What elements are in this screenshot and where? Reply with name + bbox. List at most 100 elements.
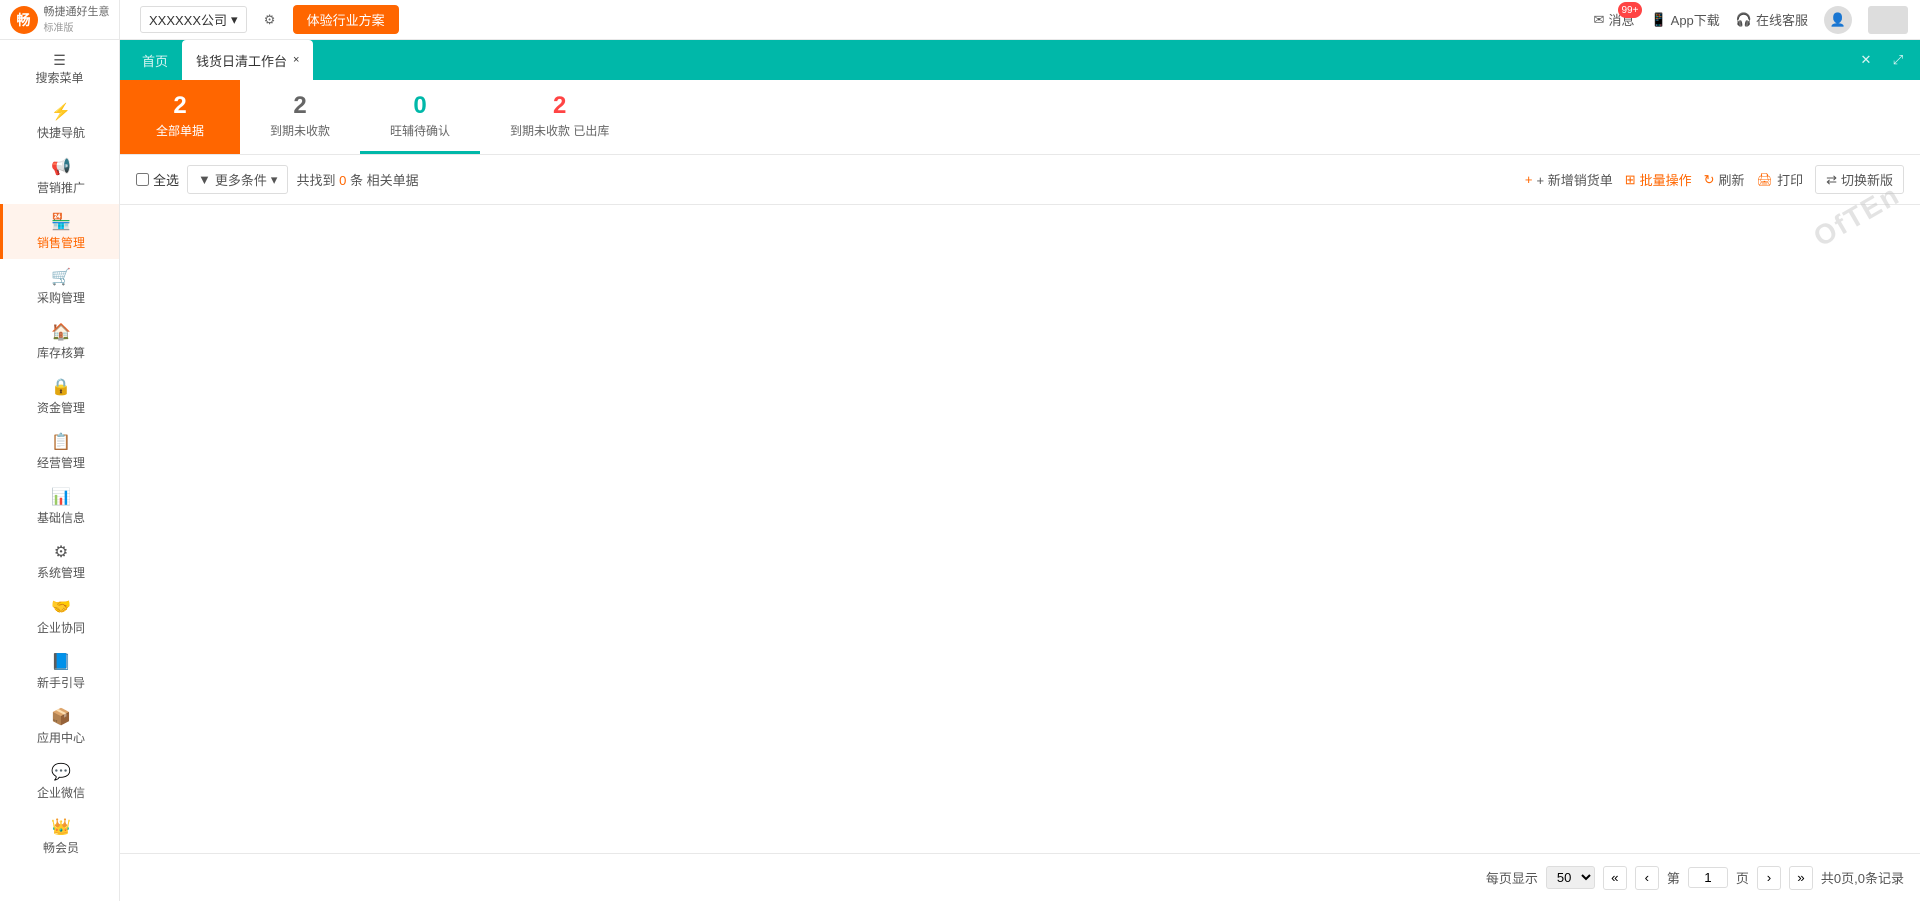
marketing-icon: 📢 bbox=[51, 157, 71, 177]
result-text: 共找到 0 条 相关单据 bbox=[296, 170, 418, 189]
expand-icon: ⤢ bbox=[1893, 52, 1903, 68]
wechat-icon: 💬 bbox=[51, 762, 71, 782]
batch-btn[interactable]: ⊞ 批量操作 bbox=[1625, 170, 1692, 189]
page-suffix: 页 bbox=[1736, 868, 1749, 887]
tab-work-label: 钱货日清工作台 bbox=[196, 51, 287, 70]
new-btn[interactable]: + + 新增销货单 bbox=[1525, 170, 1613, 189]
sidebar-item-business[interactable]: 📋 经营管理 bbox=[0, 424, 119, 479]
sidebar-item-sales[interactable]: 🏪 销售管理 bbox=[0, 204, 119, 259]
select-all-label: 全选 bbox=[153, 170, 179, 189]
filter-label: 更多条件 bbox=[215, 170, 267, 189]
select-all-checkbox[interactable]: 全选 bbox=[136, 170, 179, 189]
collapse-btn[interactable]: ✕ bbox=[1852, 46, 1880, 74]
trial-button[interactable]: 体验行业方案 bbox=[293, 5, 399, 34]
dropdown-icon: ▾ bbox=[231, 12, 238, 28]
message-badge: 99+ bbox=[1618, 2, 1643, 18]
next-page-btn[interactable]: › bbox=[1757, 866, 1781, 890]
stat-tab-pending[interactable]: 0 旺辅待确认 bbox=[360, 80, 480, 154]
first-page-btn[interactable]: « bbox=[1603, 866, 1627, 890]
sidebar-item-cooperation[interactable]: 🤝 企业协同 bbox=[0, 589, 119, 644]
filter-button[interactable]: ▼ 更多条件 ▾ bbox=[187, 165, 288, 194]
app-download-btn[interactable]: 📱 App下载 bbox=[1650, 10, 1719, 29]
page-input[interactable] bbox=[1688, 867, 1728, 888]
page-prefix: 第 bbox=[1667, 868, 1680, 887]
settings-icon: ⚙ bbox=[264, 12, 276, 28]
per-page-select[interactable]: 50 bbox=[1546, 866, 1595, 889]
result-suffix: 相关单据 bbox=[367, 173, 419, 188]
sidebar-item-inventory[interactable]: 🏠 库存核算 bbox=[0, 314, 119, 369]
last-page-btn[interactable]: » bbox=[1789, 866, 1813, 890]
filter-dropdown-icon: ▾ bbox=[271, 172, 278, 188]
sidebar-item-label: 系统管理 bbox=[37, 564, 85, 581]
logo-badge: 标准版 bbox=[44, 19, 110, 34]
tab-work-station[interactable]: 钱货日清工作台 × bbox=[182, 40, 313, 80]
sidebar-item-purchase[interactable]: 🛒 采购管理 bbox=[0, 259, 119, 314]
sidebar-item-wechat[interactable]: 💬 企业微信 bbox=[0, 754, 119, 809]
toolbar-right: + + 新增销货单 ⊞ 批量操作 ↻ 刷新 🖨 打印 ⇄ 切换新版 bbox=[1525, 165, 1904, 194]
expand-btn[interactable]: ⤢ bbox=[1884, 46, 1912, 74]
service-icon: 🎧 bbox=[1736, 12, 1752, 28]
sidebar-item-marketing[interactable]: 📢 营销推广 bbox=[0, 149, 119, 204]
company-name: XXXXXX公司 bbox=[149, 10, 227, 29]
stat-number-pending: 0 bbox=[413, 92, 426, 120]
cooperation-icon: 🤝 bbox=[51, 597, 71, 617]
all-checkbox-input[interactable] bbox=[136, 173, 149, 186]
result-unit: 条 bbox=[350, 173, 363, 188]
sidebar-item-label: 基础信息 bbox=[37, 509, 85, 526]
sidebar-item-guide[interactable]: 📘 新手引导 bbox=[0, 644, 119, 699]
sidebar-item-member[interactable]: 👑 畅会员 bbox=[0, 809, 119, 864]
sidebar-item-label: 企业微信 bbox=[37, 784, 85, 801]
refresh-icon: ↻ bbox=[1704, 172, 1715, 188]
stat-tab-overdue[interactable]: 2 到期未收款 bbox=[240, 80, 360, 154]
quick-nav-icon: ⚡ bbox=[51, 102, 71, 122]
stat-number-overdue-out: 2 bbox=[553, 92, 566, 120]
stat-label-overdue: 到期未收款 bbox=[270, 122, 330, 139]
content-area: 2 全部单据 2 到期未收款 0 旺辅待确认 2 到期未收款 已出库 全选 bbox=[120, 80, 1920, 901]
new-icon: + bbox=[1525, 172, 1533, 187]
sidebar-item-finance[interactable]: 🔒 资金管理 bbox=[0, 369, 119, 424]
stat-number-all: 2 bbox=[173, 92, 186, 120]
avatar[interactable]: 👤 bbox=[1824, 6, 1852, 34]
sidebar-item-label: 资金管理 bbox=[37, 399, 85, 416]
pagination: 每页显示 50 « ‹ 第 页 › » 共0页,0条记录 bbox=[120, 853, 1920, 901]
total-label: 共0页,0条记录 bbox=[1821, 868, 1904, 887]
app-download-label: App下载 bbox=[1671, 10, 1720, 29]
sidebar-item-apps[interactable]: 📦 应用中心 bbox=[0, 699, 119, 754]
per-page-label: 每页显示 bbox=[1486, 868, 1538, 887]
basics-icon: 📊 bbox=[51, 487, 71, 507]
sidebar-item-quick-nav[interactable]: ⚡ 快捷导航 bbox=[0, 94, 119, 149]
settings-button[interactable]: ⚙ bbox=[255, 5, 285, 35]
print-label: 打印 bbox=[1777, 170, 1803, 189]
sidebar-search-label: 搜索菜单 bbox=[35, 69, 83, 86]
inventory-icon: 🏠 bbox=[51, 322, 71, 342]
switch-btn[interactable]: ⇄ 切换新版 bbox=[1815, 165, 1904, 194]
print-btn[interactable]: 🖨 打印 bbox=[1757, 170, 1804, 189]
logo-name: 畅捷通好生意 bbox=[44, 5, 110, 19]
online-service-btn[interactable]: 🎧 在线客服 bbox=[1736, 10, 1808, 29]
tab-home[interactable]: 首页 bbox=[128, 40, 182, 80]
app-download-icon: 📱 bbox=[1650, 12, 1666, 28]
stat-label-overdue-out: 到期未收款 已出库 bbox=[510, 122, 609, 139]
sales-icon: 🏪 bbox=[51, 212, 71, 232]
prev-page-btn[interactable]: ‹ bbox=[1635, 866, 1659, 890]
company-selector[interactable]: XXXXXX公司 ▾ bbox=[140, 6, 247, 33]
batch-icon: ⊞ bbox=[1625, 172, 1636, 188]
message-btn[interactable]: ✉ 消息 99+ bbox=[1594, 10, 1635, 29]
sidebar-item-label: 新手引导 bbox=[37, 674, 85, 691]
sidebar-item-system[interactable]: ⚙ 系统管理 bbox=[0, 534, 119, 589]
result-prefix: 共找到 bbox=[296, 173, 335, 188]
sidebar-item-label: 企业协同 bbox=[37, 619, 85, 636]
stat-tab-all[interactable]: 2 全部单据 bbox=[120, 80, 240, 154]
stat-label-all: 全部单据 bbox=[156, 122, 204, 139]
result-count: 0 bbox=[339, 173, 346, 188]
filter-icon: ▼ bbox=[198, 172, 211, 187]
sidebar-search[interactable]: ☰ 搜索菜单 bbox=[0, 44, 119, 94]
user-name-area bbox=[1868, 6, 1908, 34]
stat-tab-overdue-out[interactable]: 2 到期未收款 已出库 bbox=[480, 80, 639, 154]
sidebar-item-basics[interactable]: 📊 基础信息 bbox=[0, 479, 119, 534]
sidebar-item-label: 快捷导航 bbox=[37, 124, 85, 141]
main-content: 2 全部单据 2 到期未收款 0 旺辅待确认 2 到期未收款 已出库 全选 bbox=[120, 80, 1920, 901]
close-tab-icon[interactable]: × bbox=[293, 54, 299, 66]
collapse-icon: ✕ bbox=[1861, 52, 1872, 68]
refresh-btn[interactable]: ↻ 刷新 bbox=[1704, 170, 1745, 189]
